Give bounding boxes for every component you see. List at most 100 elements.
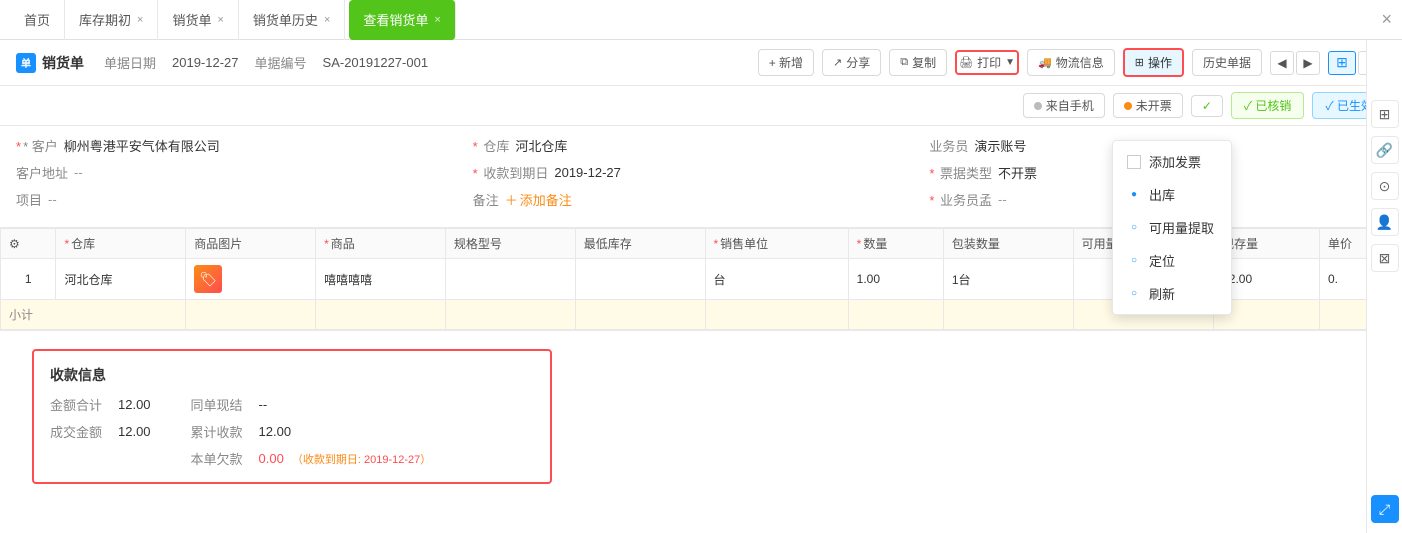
subtotal-col2 — [186, 300, 316, 330]
payment-title: 收款信息 — [50, 365, 534, 385]
copy-button[interactable]: ⧉ 复制 — [889, 49, 947, 76]
right-sidebar: ⊞ 🔗 ⊙ 👤 ⊠ ⤢ — [1366, 40, 1402, 533]
project-field: 项目 -- — [16, 190, 473, 209]
available-extract-icon: ○ — [1127, 221, 1141, 235]
number-value: SA-20191227-001 — [323, 55, 429, 70]
col-quantity: *数量 — [848, 229, 943, 259]
window-close-button[interactable]: × — [1381, 9, 1392, 30]
col-product-img: 商品图片 — [186, 229, 316, 259]
row-sales-unit: 台 — [705, 259, 848, 300]
tab-inventory-init[interactable]: 库存期初 × — [65, 0, 158, 40]
row-quantity: 1.00 — [848, 259, 943, 300]
row-no: 1 — [1, 259, 56, 300]
payment-row-settle: 同单现结 -- — [191, 395, 432, 414]
dropdown-available-extract[interactable]: ○ 可用量提取 — [1113, 211, 1231, 244]
payment-row-cumulative: 累计收款 12.00 — [191, 422, 432, 441]
new-button[interactable]: + 新增 — [758, 49, 814, 76]
tab-sales-history[interactable]: 销货单历史 × — [239, 0, 345, 40]
tab-view-sales-close[interactable]: × — [434, 14, 440, 26]
date-value: 2019-12-27 — [172, 55, 239, 70]
check-button[interactable]: ✓ — [1191, 95, 1223, 117]
tab-sales-history-close[interactable]: × — [324, 14, 330, 26]
date-label: 单据日期 — [104, 53, 156, 72]
subtotal-col4 — [445, 300, 575, 330]
doc-header: 单 销货单 单据日期 2019-12-27 单据编号 SA-20191227-0… — [0, 40, 1402, 86]
dropdown-add-invoice[interactable]: 添加发票 — [1113, 145, 1231, 178]
dropdown-refresh[interactable]: ○ 刷新 — [1113, 277, 1231, 310]
dropdown-outbound[interactable]: ● 出库 — [1113, 178, 1231, 211]
sub-header: 来自手机 未开票 ✓ ✓ 已核销 ✓ 已生效 — [0, 86, 1402, 126]
prev-arrow[interactable]: ◀ — [1270, 51, 1294, 75]
total-value: 12.00 — [118, 397, 151, 412]
sidebar-icon-1[interactable]: ⊞ — [1371, 100, 1399, 128]
sidebar-icon-bottom[interactable]: ⤢ — [1371, 495, 1399, 523]
tab-home[interactable]: 首页 — [10, 0, 65, 40]
operation-button[interactable]: ⊞ 操作 — [1123, 48, 1184, 77]
row-min-stock — [575, 259, 705, 300]
invoice-dot — [1124, 102, 1132, 110]
main-content: 单 销货单 单据日期 2019-12-27 单据编号 SA-20191227-0… — [0, 40, 1402, 533]
payment-row-owed: 本单欠款 0.00 （收款到期日: 2019-12-27） — [191, 449, 432, 468]
col-pack-qty: 包装数量 — [943, 229, 1073, 259]
history-button[interactable]: 历史单据 — [1192, 49, 1262, 76]
project-value: -- — [48, 192, 57, 207]
customer-field: ** 客户 柳州粤港平安气体有限公司 — [16, 136, 473, 155]
doc-title-text: 销货单 — [42, 53, 84, 73]
tab-view-sales[interactable]: 查看销货单 × — [349, 0, 455, 40]
next-arrow[interactable]: ▶ — [1296, 51, 1320, 75]
col-spec: 规格型号 — [445, 229, 575, 259]
due-date-field: * 收款到期日 2019-12-27 — [473, 163, 930, 182]
col-settings[interactable]: ⚙ — [1, 229, 56, 259]
payment-col-right: 同单现结 -- 累计收款 12.00 本单欠款 0.00 （收款到期日: 201… — [191, 395, 432, 468]
subtotal-col3 — [316, 300, 446, 330]
cumulative-value: 12.00 — [259, 424, 292, 439]
doc-meta: 单据日期 2019-12-27 单据编号 SA-20191227-001 — [104, 53, 758, 72]
row-product-img: 🏷 — [186, 259, 316, 300]
not-opened-button[interactable]: 未开票 — [1113, 93, 1183, 118]
phone-dot — [1034, 102, 1042, 110]
warehouse-field: * 仓库 河北仓库 — [473, 136, 930, 155]
view-table-btn[interactable]: ⊞ — [1328, 51, 1356, 75]
doc-title-icon: 单 — [16, 53, 36, 73]
sidebar-icon-5[interactable]: ⊠ — [1371, 244, 1399, 272]
number-label: 单据编号 — [255, 53, 307, 72]
owed-note: （收款到期日: 2019-12-27） — [292, 451, 431, 467]
address-value: -- — [74, 165, 83, 180]
payment-rows: 金额合计 12.00 成交金额 12.00 同单现结 -- 累计收款 — [50, 395, 534, 468]
deal-value: 12.00 — [118, 424, 151, 439]
tab-inventory-init-close[interactable]: × — [137, 14, 143, 26]
payment-info-box: 收款信息 金额合计 12.00 成交金额 12.00 同单现结 -- — [32, 349, 552, 484]
owed-value: 0.00 — [259, 451, 284, 466]
share-button[interactable]: ↗ 分享 — [822, 49, 881, 76]
address-field: 客户地址 -- — [16, 163, 473, 182]
refresh-icon: ○ — [1127, 287, 1141, 301]
tab-sales-order[interactable]: 销货单 × — [158, 0, 238, 40]
col-sales-unit: *销售单位 — [705, 229, 848, 259]
from-phone-button[interactable]: 来自手机 — [1023, 93, 1105, 118]
warehouse-value: 河北仓库 — [515, 136, 567, 155]
sidebar-icon-4[interactable]: 👤 — [1371, 208, 1399, 236]
add-note-button[interactable]: ＋ 添加备注 — [505, 190, 572, 209]
col-min-stock: 最低库存 — [575, 229, 705, 259]
salesperson-value: 演示账号 — [974, 136, 1026, 155]
nav-arrows: ◀ ▶ — [1270, 51, 1320, 75]
payment-col-left: 金额合计 12.00 成交金额 12.00 — [50, 395, 151, 468]
doc-actions: + 新增 ↗ 分享 ⧉ 复制 🖨 打印 ▼ 🚚 物流信息 ⊞ 操作 — [758, 48, 1386, 77]
print-button[interactable]: 🖨 打印 ▼ — [955, 50, 1019, 75]
row-warehouse: 河北仓库 — [56, 259, 186, 300]
doc-title: 单 销货单 — [16, 53, 84, 73]
logistics-button[interactable]: 🚚 物流信息 — [1027, 49, 1115, 76]
salesperson2-value: -- — [998, 192, 1007, 207]
sidebar-icon-2[interactable]: 🔗 — [1371, 136, 1399, 164]
product-image: 🏷 — [194, 265, 222, 293]
payment-row-deal: 成交金额 12.00 — [50, 422, 151, 441]
due-date-value: 2019-12-27 — [554, 165, 621, 180]
subtotal-col6 — [705, 300, 848, 330]
dropdown-menu: 添加发票 ● 出库 ○ 可用量提取 ○ 定位 ○ 刷新 — [1112, 140, 1232, 315]
already-cancelled-button[interactable]: ✓ 已核销 — [1231, 92, 1305, 119]
row-pack-qty: 1台 — [943, 259, 1073, 300]
sidebar-icon-3[interactable]: ⊙ — [1371, 172, 1399, 200]
tab-bar: 首页 库存期初 × 销货单 × 销货单历史 × 查看销货单 × × — [0, 0, 1402, 40]
tab-sales-order-close[interactable]: × — [217, 14, 223, 26]
dropdown-locate[interactable]: ○ 定位 — [1113, 244, 1231, 277]
